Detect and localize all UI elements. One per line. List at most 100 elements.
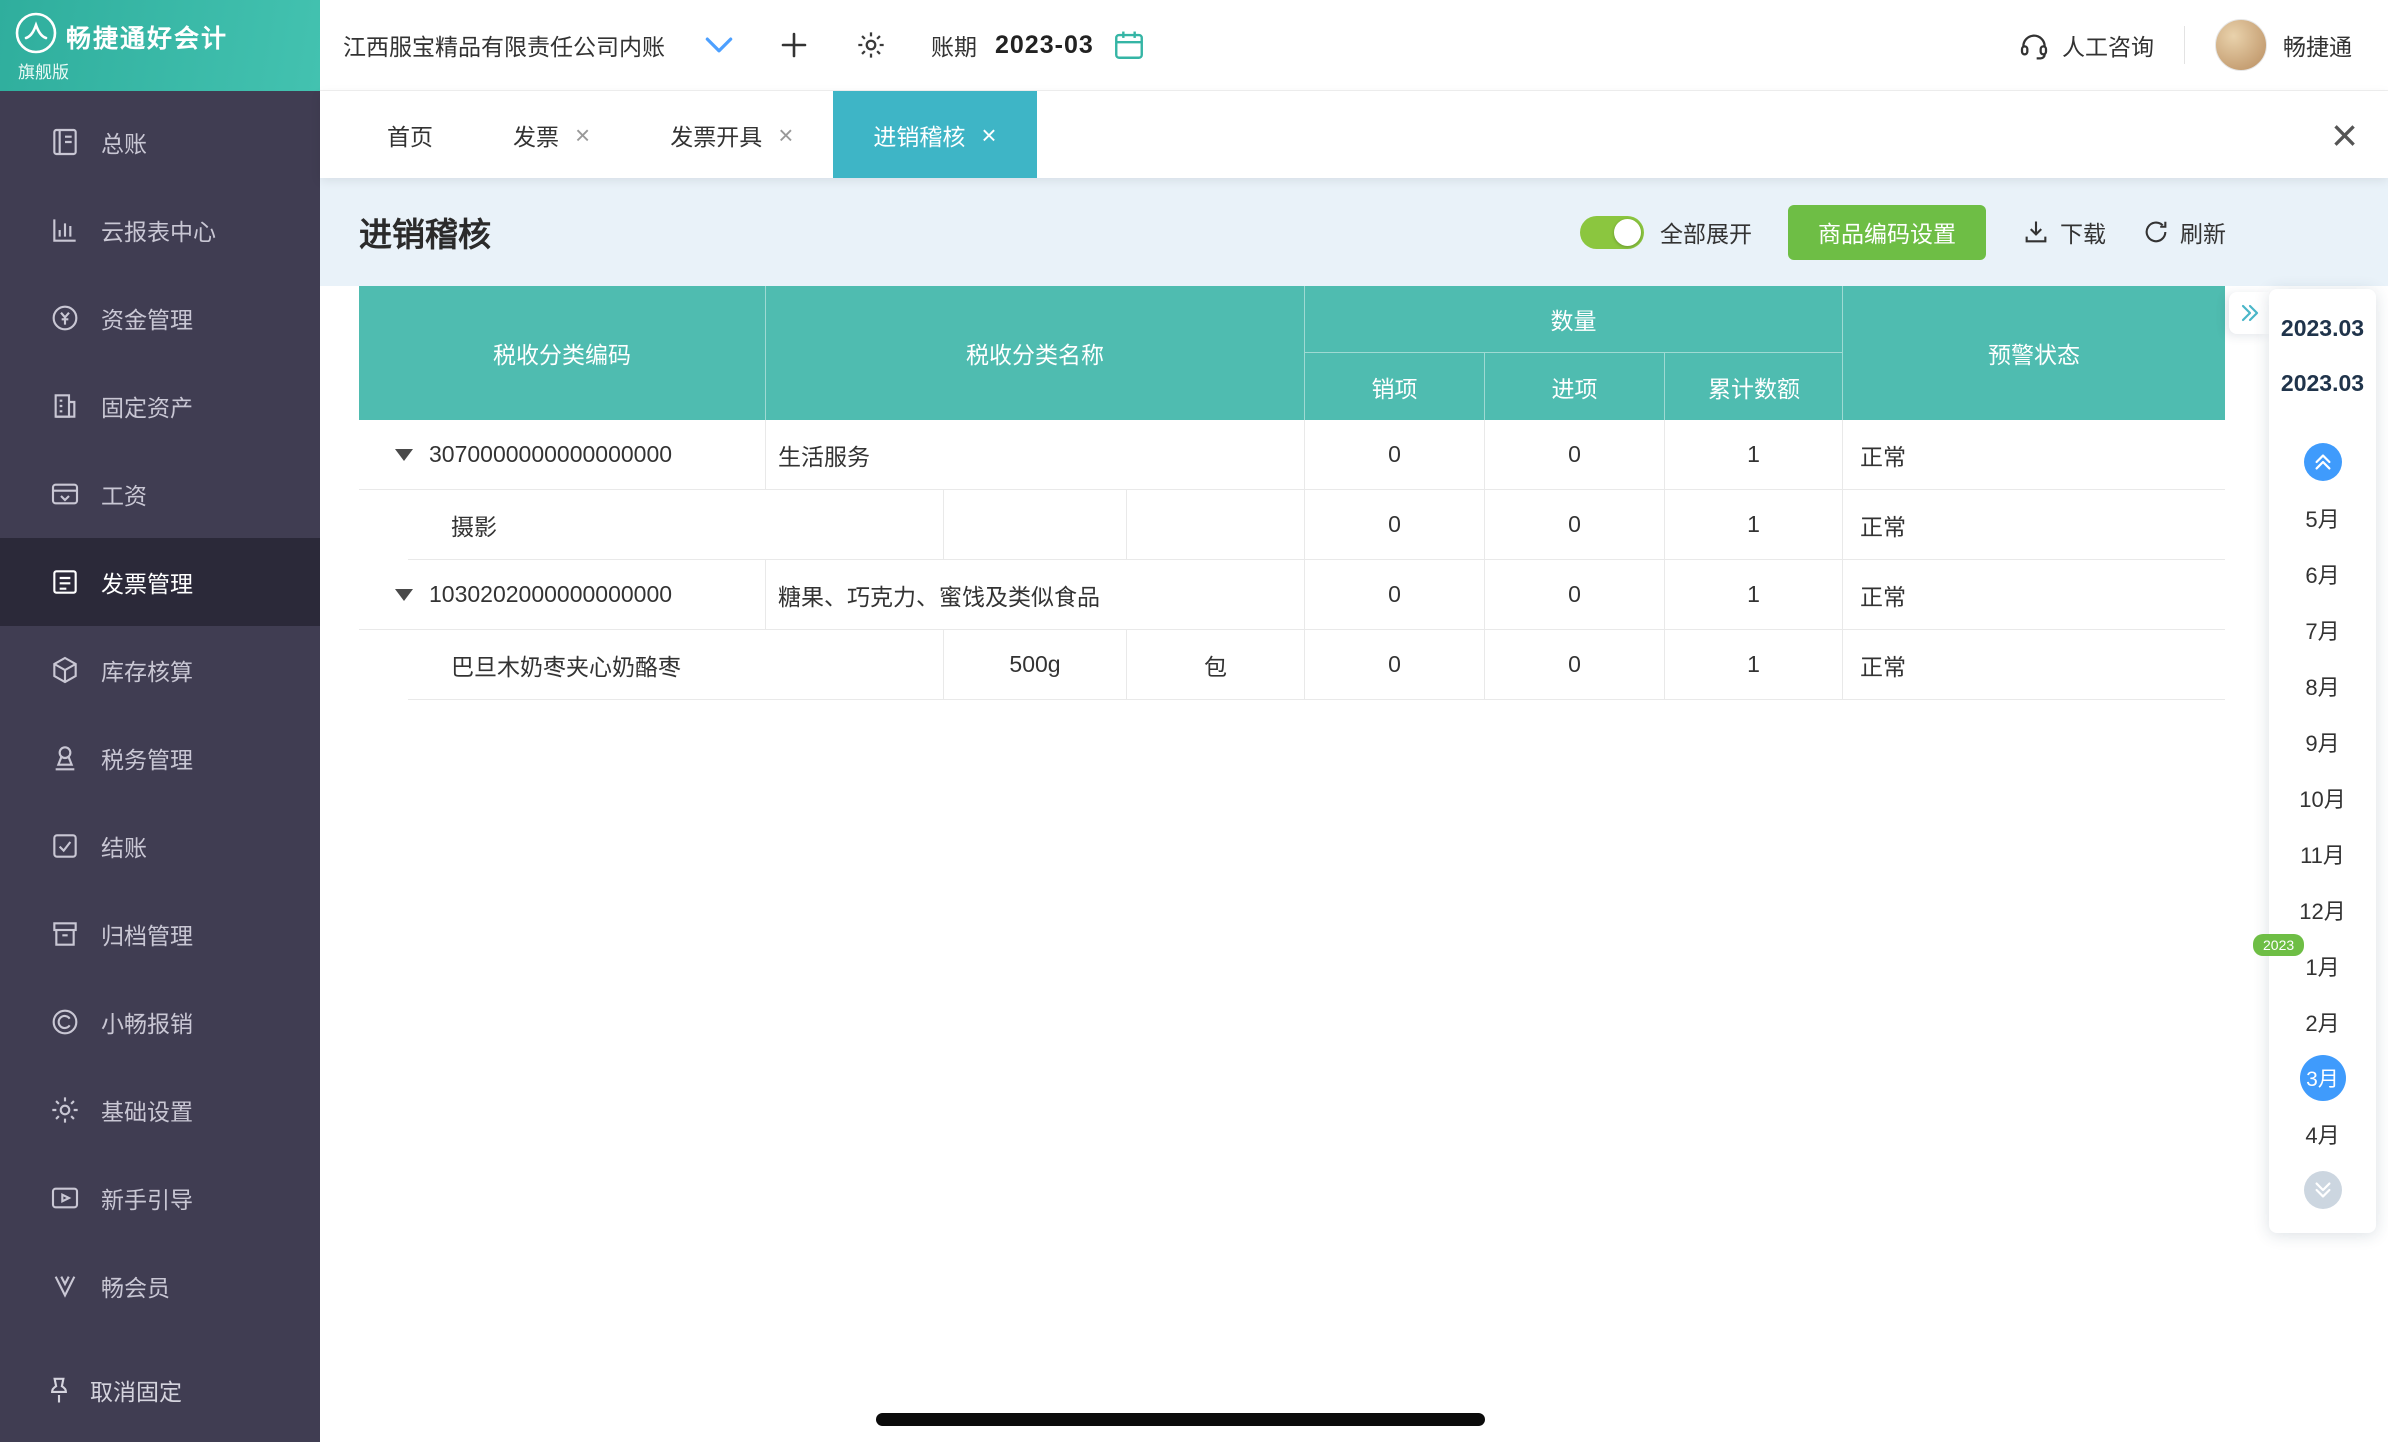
sidebar-item-tax-management[interactable]: 税务管理 (0, 714, 320, 802)
sidebar-item-fixed-assets[interactable]: 固定资产 (0, 362, 320, 450)
cell-spec: 500g (944, 630, 1127, 699)
table-header: 税收分类编码 税收分类名称 数量 销项 进项 累计数额 预警状态 (359, 286, 2225, 420)
cell-warning-status: 正常 (1860, 583, 1906, 610)
toggle-knob (1614, 218, 1641, 246)
tab-label: 发票 (513, 123, 559, 150)
tax-code-text: 3070000000000000000 (429, 441, 673, 467)
company-selector[interactable]: 江西服宝精品有限责任公司内账 (343, 28, 733, 62)
tab-label: 发票开具 (670, 123, 763, 150)
double-chevron-down-icon (2314, 1182, 2331, 1198)
month-item[interactable]: 2月 (2269, 994, 2376, 1050)
sidebar-item-cloud-report-center[interactable]: 云报表中心 (0, 186, 320, 274)
top-bar: 江西服宝精品有限责任公司内账 账期 2023-03 人工咨询 畅捷通 (320, 0, 2388, 91)
tab-close-icon[interactable] (778, 122, 793, 148)
month-label: 2月 (2305, 1011, 2340, 1036)
cell-output-qty: 0 (1305, 490, 1485, 559)
month-item[interactable]: 6月 (2269, 546, 2376, 602)
period-value[interactable]: 2023-03 (995, 31, 1094, 60)
expand-toggle-icon[interactable] (395, 588, 413, 601)
sidebar-item-beginner-guide[interactable]: 新手引导 (0, 1154, 320, 1242)
cell-spec (944, 490, 1127, 559)
table-row[interactable]: 1030202000000000000 糖果、巧克力、蜜饯及类似食品 0 0 1 正常 (359, 560, 2225, 630)
sidebar-item-label: 固定资产 (101, 395, 193, 421)
tab-close-icon[interactable] (981, 122, 996, 148)
table-body: 3070000000000000000 生活服务 0 0 1 正常 摄影 0 0 1 正常 10302… (359, 420, 2225, 700)
sidebar-item-chang-member[interactable]: 畅会员 (0, 1242, 320, 1330)
panel-collapse-handle[interactable] (2229, 292, 2269, 334)
tab-label: 进销稽核 (873, 123, 966, 150)
expand-all-toggle[interactable] (1580, 215, 1644, 249)
tab-close-icon[interactable] (575, 122, 590, 148)
account-settings-button[interactable] (855, 29, 887, 61)
month-item[interactable]: 5月 (2269, 490, 2376, 546)
sidebar-item-general-ledger[interactable]: 总账 (0, 98, 320, 186)
table-panel: 税收分类编码 税收分类名称 数量 销项 进项 累计数额 预警状态 3070000… (320, 286, 2388, 1442)
month-item[interactable]: 3月 (2269, 1050, 2376, 1106)
refresh-button[interactable]: 刷新 (2142, 215, 2226, 249)
table-row[interactable]: 摄影 0 0 1 正常 (408, 490, 2225, 560)
sidebar-unpin-label: 取消固定 (90, 1379, 182, 1405)
month-item[interactable]: 8月 (2269, 658, 2376, 714)
refresh-label: 刷新 (2180, 221, 2226, 247)
add-account-button[interactable] (779, 30, 809, 60)
month-item[interactable]: 4月 (2269, 1106, 2376, 1162)
sidebar-item-label: 基础设置 (101, 1099, 193, 1125)
period-item[interactable]: 2023.03 (2269, 301, 2376, 356)
month-list: 5月 6月 7月 8月 9月 10月 11月 12月 1月 2月 3月 4月 (2269, 490, 2376, 1162)
product-code-settings-button[interactable]: 商品编码设置 (1788, 204, 1986, 260)
cell-warning-status: 正常 (1860, 653, 1906, 680)
month-item[interactable]: 7月 (2269, 602, 2376, 658)
sidebar-item-basic-settings[interactable]: 基础设置 (0, 1066, 320, 1154)
gear-icon (858, 32, 884, 58)
cell-item-name: 巴旦木奶枣夹心奶酪枣 (408, 630, 944, 699)
cell-tax-code: 1030202000000000000 (359, 560, 766, 629)
tax-code-text: 1030202000000000000 (429, 581, 673, 607)
scroll-up-button[interactable] (2303, 443, 2342, 481)
download-button[interactable]: 下载 (2022, 215, 2106, 249)
sidebar-unpin-button[interactable]: 取消固定 (0, 1338, 320, 1442)
cell-warning-status: 正常 (1860, 513, 1906, 540)
tax-icon (55, 746, 75, 771)
table-row[interactable]: 3070000000000000000 生活服务 0 0 1 正常 (359, 420, 2225, 490)
sidebar-item-label: 工资 (101, 483, 147, 509)
tab-bar: 首页 发票 发票开具 进销稽核 (320, 91, 2388, 178)
sidebar-item-closing[interactable]: 结账 (0, 802, 320, 890)
cell-output-qty: 0 (1305, 560, 1485, 629)
col-group-quantity: 数量 销项 进项 累计数额 (1305, 286, 1843, 420)
sidebar-item-xiaochang-expense[interactable]: 小畅报销 (0, 978, 320, 1066)
sidebar-item-label: 小畅报销 (101, 1011, 193, 1037)
scroll-down-button[interactable] (2303, 1171, 2342, 1209)
cell-tax-name: 糖果、巧克力、蜜饯及类似食品 (766, 560, 1305, 629)
month-item[interactable]: 11月 (2269, 826, 2376, 882)
sidebar-item-payroll[interactable]: 工资 (0, 450, 320, 538)
tab-invoice-issue[interactable]: 发票开具 (630, 91, 833, 178)
cell-input-qty: 0 (1485, 630, 1665, 699)
support-button[interactable]: 人工咨询 (2018, 28, 2154, 62)
month-item[interactable]: 10月 (2269, 770, 2376, 826)
chevron-down-icon (705, 37, 733, 52)
month-label: 4月 (2305, 1123, 2340, 1148)
sidebar-item-invoice-management[interactable]: 发票管理 (0, 538, 320, 626)
tabbar-close-button[interactable] (2331, 112, 2358, 158)
period-item[interactable]: 2023.03 (2269, 356, 2376, 411)
sidebar-item-funds-management[interactable]: 资金管理 (0, 274, 320, 362)
month-label: 12月 (2299, 899, 2346, 924)
cell-cumulative-qty: 1 (1665, 490, 1843, 559)
month-item[interactable]: 12月 (2269, 882, 2376, 938)
tab-purchase-sales-audit[interactable]: 进销稽核 (833, 91, 1037, 178)
topbar-divider (2184, 26, 2185, 64)
expand-toggle-icon[interactable] (395, 448, 413, 461)
avatar[interactable] (2215, 19, 2267, 71)
tab-invoice[interactable]: 发票 (473, 91, 630, 178)
month-item[interactable]: 9月 (2269, 714, 2376, 770)
tab-home[interactable]: 首页 (347, 91, 473, 178)
cloud-report-icon (53, 219, 76, 242)
calendar-icon[interactable] (1112, 28, 1146, 62)
download-label: 下载 (2060, 221, 2106, 247)
sidebar-item-inventory-accounting[interactable]: 库存核算 (0, 626, 320, 714)
sidebar-item-archive-management[interactable]: 归档管理 (0, 890, 320, 978)
table-row[interactable]: 巴旦木奶枣夹心奶酪枣 500g 包 0 0 1 正常 (408, 630, 2225, 700)
horizontal-scrollbar[interactable] (876, 1413, 1485, 1426)
period-list: 2023.03 2023.03 (2269, 301, 2376, 411)
ledger-icon (53, 128, 77, 156)
